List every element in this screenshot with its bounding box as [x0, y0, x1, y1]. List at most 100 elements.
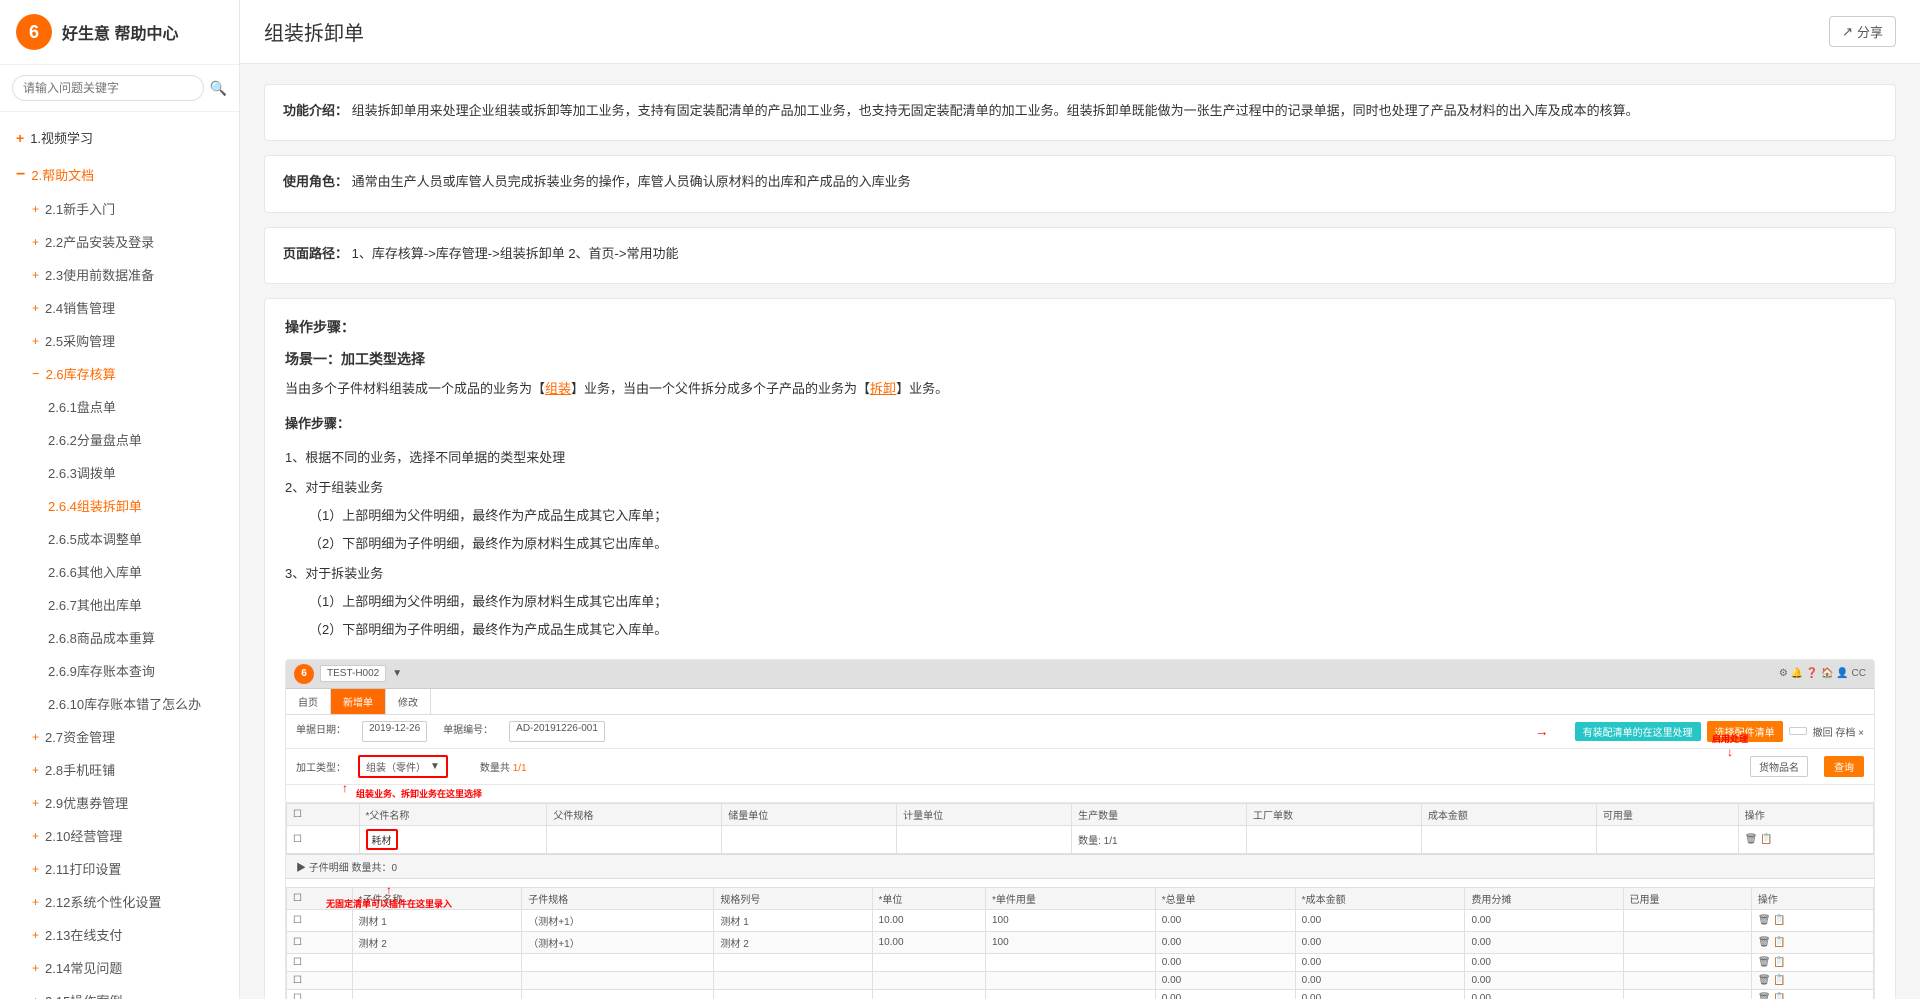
- sidebar-item-video[interactable]: + 1.视频学习: [0, 120, 239, 155]
- sidebar-header: 6 好生意 帮助中心: [0, 0, 239, 65]
- sidebar-item-print[interactable]: + 2.11打印设置: [0, 852, 239, 885]
- sidebar-item-label: 2.7资金管理: [45, 727, 115, 746]
- sim-tabs: 自页 新增单 修改: [286, 689, 1874, 715]
- sidebar-item-purchase[interactable]: + 2.5采购管理: [0, 324, 239, 357]
- sim-tab-edit[interactable]: 修改: [386, 689, 431, 714]
- row-action: 🗑 📋: [1738, 825, 1873, 853]
- sidebar-item-label: 2.6.5成本调整单: [48, 529, 142, 548]
- dropdown-icon: ▼: [430, 761, 440, 772]
- sub-table-row-1: ☐测材 1（测材+1）测材 110.001000.000.000.00🗑 📋: [287, 909, 1874, 931]
- sidebar-item-docs[interactable]: − 2.帮助文档: [0, 157, 239, 192]
- intro-box: 功能介绍： 组装拆卸单用来处理企业组装或拆卸等加工业务，支持有固定装配清单的产品…: [264, 84, 1896, 141]
- sidebar-item-mobile[interactable]: + 2.8手机旺铺: [0, 753, 239, 786]
- sub-col-total: *总量单: [1155, 887, 1295, 909]
- sidebar-item-other-in[interactable]: 2.6.6其他入库单: [0, 555, 239, 588]
- sim-tab-new[interactable]: 新增单: [331, 689, 386, 714]
- parent-name-field[interactable]: 耗材: [366, 829, 398, 850]
- sidebar-item-coupon[interactable]: + 2.9优惠券管理: [0, 786, 239, 819]
- col-store-unit: 储量单位: [722, 803, 897, 825]
- row-parent-name: 耗材: [359, 825, 547, 853]
- annotation-enable: 启用处理 ↓: [1712, 732, 1748, 759]
- sidebar-item-stock[interactable]: − 2.6库存核算: [0, 357, 239, 390]
- assembly-link[interactable]: 组装: [545, 381, 571, 396]
- sidebar-item-capital[interactable]: + 2.7资金管理: [0, 720, 239, 753]
- sim-dropdown-icon: ▼: [392, 668, 402, 679]
- sidebar-item-label: 2.8手机旺铺: [45, 760, 115, 779]
- sim-enable-area: 货物品名 启用处理 ↓: [1750, 756, 1808, 777]
- sim-tab-list[interactable]: 自页: [286, 689, 331, 714]
- sim-no-label: 单据编号：: [443, 721, 493, 742]
- sub-table-row-3: ☐0.000.000.00🗑 📋: [287, 953, 1874, 971]
- expand-icon: +: [16, 130, 24, 146]
- sidebar-item-faq[interactable]: + 2.14常见问题: [0, 951, 239, 984]
- sidebar-item-stock-check[interactable]: 2.6.9库存账本查询: [0, 654, 239, 687]
- scenario1-desc: 当由多个子件材料组装成一个成品的业务为【组装】业务，当由一个父件拆分成多个子产品…: [285, 377, 1875, 402]
- logo-icon: 6: [16, 14, 52, 50]
- sidebar-item-label: 2.5采购管理: [45, 331, 115, 350]
- sidebar-item-cases[interactable]: + 2.15操作案例: [0, 984, 239, 999]
- sidebar-item-install[interactable]: + 2.2产品安装及登录: [0, 225, 239, 258]
- step-2: 2、对于组装业务: [285, 475, 1875, 501]
- sim-type-selector[interactable]: 组装（零件） ▼: [358, 755, 448, 778]
- share-button[interactable]: ↗ 分享: [1829, 16, 1896, 47]
- sidebar-item-label: 2.4销售管理: [45, 298, 115, 317]
- row-parent-spec: [547, 825, 722, 853]
- sidebar-item-operation[interactable]: + 2.10经营管理: [0, 819, 239, 852]
- sub-col-act: 操作: [1751, 887, 1873, 909]
- sidebar-item-new[interactable]: + 2.1新手入门: [0, 192, 239, 225]
- sidebar-item-sales[interactable]: + 2.4销售管理: [0, 291, 239, 324]
- search-input[interactable]: [12, 75, 204, 101]
- sidebar-item-prepare[interactable]: + 2.3使用前数据准备: [0, 258, 239, 291]
- sidebar-item-cost[interactable]: 2.6.5成本调整单: [0, 522, 239, 555]
- sub-table-row-2: ☐测材 2（测材+1）测材 210.001000.000.000.00🗑 📋: [287, 931, 1874, 953]
- sidebar-item-inventory[interactable]: 2.6.1盘点单: [0, 390, 239, 423]
- sidebar-item-assembly[interactable]: 2.6.4组装拆卸单: [0, 489, 239, 522]
- role-text: 使用角色： 通常由生产人员或库管人员完成拆装业务的操作，库管人员确认原材料的出库…: [283, 170, 1877, 193]
- sidebar-item-personalize[interactable]: + 2.12系统个性化设置: [0, 885, 239, 918]
- expand-icon: +: [32, 235, 39, 249]
- disassembly-link[interactable]: 拆卸: [870, 381, 896, 396]
- step-2-2: （2）下部明细为子件明细，最终作为原材料生成其它出库单。: [309, 531, 1875, 557]
- row-meas-unit: [897, 825, 1072, 853]
- expand-icon: +: [32, 829, 39, 843]
- sidebar-item-stock-err[interactable]: 2.6.10库存账本错了怎么办: [0, 687, 239, 720]
- sim-sub-table-container: ☐ *子件名称 子件规格 规格列号 *单位 *单件用量 *总量单 *成本金额 费…: [286, 879, 1874, 999]
- screenshot-container: 6 TEST-H002 ▼ ⚙ 🔔 ❓ 🏠 👤 CC 自页 新增单 修改 单据日…: [285, 659, 1875, 999]
- sidebar-item-adjust[interactable]: 2.6.3调拨单: [0, 456, 239, 489]
- scenario1-title: 场景一：加工类型选择: [285, 349, 1875, 369]
- sidebar-item-partial[interactable]: 2.6.2分量盘点单: [0, 423, 239, 456]
- sub-col-single: *单件用量: [985, 887, 1155, 909]
- sidebar-item-label: 2.6.8商品成本重算: [48, 628, 155, 647]
- content-area: 功能介绍： 组装拆卸单用来处理企业组装或拆卸等加工业务，支持有固定装配清单的产品…: [240, 64, 1920, 999]
- expand-icon: +: [32, 763, 39, 777]
- sub-table-row-5: ☐0.000.000.00🗑 📋: [287, 989, 1874, 999]
- sidebar-item-payment[interactable]: + 2.13在线支付: [0, 918, 239, 951]
- sidebar-nav: + 1.视频学习 − 2.帮助文档 + 2.1新手入门 + 2.2产品安装及登录: [0, 112, 239, 999]
- sim-search-btn[interactable]: 查询: [1824, 756, 1864, 777]
- step-1: 1、根据不同的业务，选择不同单据的类型来处理: [285, 445, 1875, 471]
- sim-date-val: 2019-12-26: [362, 721, 427, 742]
- step-3: 3、对于拆装业务: [285, 561, 1875, 587]
- sidebar-item-label: 2.6.4组装拆卸单: [48, 496, 142, 515]
- nav-section-video: + 1.视频学习: [0, 120, 239, 155]
- sub-col-unit: *单位: [872, 887, 985, 909]
- row-cost: [1421, 825, 1596, 853]
- row-check[interactable]: ☐: [287, 825, 360, 853]
- row-avail: [1596, 825, 1738, 853]
- up-arrow-icon: ↑: [342, 781, 348, 795]
- search-button[interactable]: 🔍: [210, 80, 227, 97]
- down-arrow-icon: ↓: [1727, 745, 1733, 759]
- step-2-1: （1）上部明细为父件明细，最终作为产成品生成其它入库单；: [309, 503, 1875, 529]
- sim-lower-header: ▶ 子件明细 数量共：0 ↑ 无固定清单可以插件在这里录入: [286, 854, 1874, 879]
- intro-text: 功能介绍： 组装拆卸单用来处理企业组装或拆卸等加工业务，支持有固定装配清单的产品…: [283, 99, 1877, 122]
- sim-search-input[interactable]: 货物品名: [1750, 756, 1808, 777]
- sidebar-item-cost-calc[interactable]: 2.6.8商品成本重算: [0, 621, 239, 654]
- path-box: 页面路径： 1、库存核算->库存管理->组装拆卸单 2、首页->常用功能: [264, 227, 1896, 284]
- main-header: 组装拆卸单 ↗ 分享: [240, 0, 1920, 64]
- ops-steps-label: 操作步骤：: [285, 412, 1875, 437]
- sim-confirm-btn[interactable]: [1789, 727, 1807, 735]
- expand-icon: +: [32, 862, 39, 876]
- expand-icon: +: [32, 301, 39, 315]
- share-label: 分享: [1857, 22, 1883, 41]
- sidebar-item-other-out[interactable]: 2.6.7其他出库单: [0, 588, 239, 621]
